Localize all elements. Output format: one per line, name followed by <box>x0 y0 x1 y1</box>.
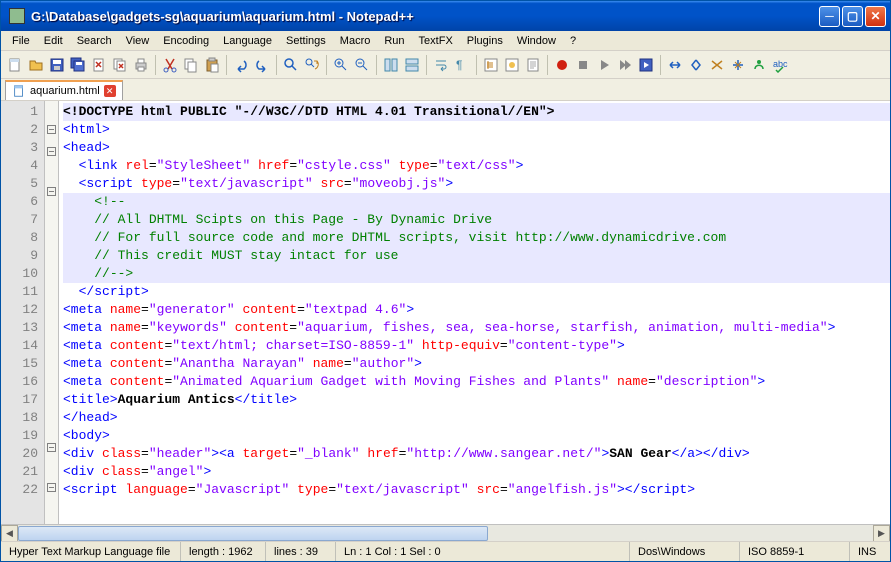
status-position: Ln : 1 Col : 1 Sel : 0 <box>336 542 630 561</box>
status-insert: INS <box>850 542 890 561</box>
app-icon <box>9 8 25 24</box>
tool5-icon[interactable] <box>749 55 769 75</box>
toolbar: ¶ abc <box>1 51 890 79</box>
menu-edit[interactable]: Edit <box>37 33 70 49</box>
copy-icon[interactable] <box>181 55 201 75</box>
maximize-button[interactable]: ▢ <box>842 6 863 27</box>
find-icon[interactable] <box>281 55 301 75</box>
fold-gutter[interactable] <box>45 101 59 524</box>
code-area[interactable]: <!DOCTYPE html PUBLIC "-//W3C//DTD HTML … <box>59 101 890 524</box>
status-language: Hyper Text Markup Language file <box>1 542 181 561</box>
file-icon <box>12 84 26 98</box>
show-all-chars-icon[interactable]: ¶ <box>452 55 472 75</box>
tab-label: aquarium.html <box>30 85 100 97</box>
cut-icon[interactable] <box>160 55 180 75</box>
wrap-icon[interactable] <box>431 55 451 75</box>
svg-text:¶: ¶ <box>456 58 462 72</box>
tabbar: aquarium.html ✕ <box>1 79 890 101</box>
menu-macro[interactable]: Macro <box>333 33 378 49</box>
zoom-out-icon[interactable] <box>352 55 372 75</box>
scroll-left-icon[interactable]: ◀ <box>1 525 18 542</box>
save-all-icon[interactable] <box>68 55 88 75</box>
menu-view[interactable]: View <box>119 33 157 49</box>
sync-v-icon[interactable] <box>381 55 401 75</box>
record-icon[interactable] <box>552 55 572 75</box>
horizontal-scrollbar[interactable]: ◀ ▶ <box>1 524 890 541</box>
save-macro-icon[interactable] <box>636 55 656 75</box>
play-icon[interactable] <box>594 55 614 75</box>
save-icon[interactable] <box>47 55 67 75</box>
new-file-icon[interactable] <box>5 55 25 75</box>
menu-language[interactable]: Language <box>216 33 279 49</box>
menu-run[interactable]: Run <box>377 33 411 49</box>
statusbar: Hyper Text Markup Language file length :… <box>1 541 890 561</box>
undo-icon[interactable] <box>231 55 251 75</box>
user-lang-icon[interactable] <box>502 55 522 75</box>
open-file-icon[interactable] <box>26 55 46 75</box>
editor[interactable]: 12345678910111213141516171819202122 <!DO… <box>1 101 890 524</box>
indent-guide-icon[interactable] <box>481 55 501 75</box>
menu-file[interactable]: File <box>5 33 37 49</box>
menubar: FileEditSearchViewEncodingLanguageSettin… <box>1 31 890 51</box>
menu-plugins[interactable]: Plugins <box>460 33 510 49</box>
sync-h-icon[interactable] <box>402 55 422 75</box>
minimize-button[interactable]: ─ <box>819 6 840 27</box>
play-multi-icon[interactable] <box>615 55 635 75</box>
status-eol: Dos\Windows <box>630 542 740 561</box>
status-encoding: ISO 8859-1 <box>740 542 850 561</box>
svg-text:abc: abc <box>773 59 788 69</box>
line-number-gutter: 12345678910111213141516171819202122 <box>1 101 45 524</box>
stop-icon[interactable] <box>573 55 593 75</box>
replace-icon[interactable] <box>302 55 322 75</box>
tool2-icon[interactable] <box>686 55 706 75</box>
doc-map-icon[interactable] <box>523 55 543 75</box>
status-length: length : 1962 <box>181 542 266 561</box>
tool1-icon[interactable] <box>665 55 685 75</box>
titlebar[interactable]: G:\Database\gadgets-sg\aquarium\aquarium… <box>1 1 890 31</box>
tab-aquarium[interactable]: aquarium.html ✕ <box>5 80 123 100</box>
redo-icon[interactable] <box>252 55 272 75</box>
close-button[interactable]: ✕ <box>865 6 886 27</box>
tab-close-icon[interactable]: ✕ <box>104 85 116 97</box>
titlebar-text: G:\Database\gadgets-sg\aquarium\aquarium… <box>29 9 819 24</box>
app-window: G:\Database\gadgets-sg\aquarium\aquarium… <box>0 0 891 562</box>
print-icon[interactable] <box>131 55 151 75</box>
status-lines: lines : 39 <box>266 542 336 561</box>
menu-encoding[interactable]: Encoding <box>156 33 216 49</box>
menu-textfx[interactable]: TextFX <box>412 33 460 49</box>
tool3-icon[interactable] <box>707 55 727 75</box>
paste-icon[interactable] <box>202 55 222 75</box>
menu-help[interactable]: ? <box>563 33 583 49</box>
menu-window[interactable]: Window <box>510 33 563 49</box>
scroll-right-icon[interactable]: ▶ <box>873 525 890 542</box>
menu-search[interactable]: Search <box>70 33 119 49</box>
close-all-icon[interactable] <box>110 55 130 75</box>
close-file-icon[interactable] <box>89 55 109 75</box>
scroll-thumb[interactable] <box>18 526 488 541</box>
spellcheck-icon[interactable]: abc <box>770 55 790 75</box>
menu-settings[interactable]: Settings <box>279 33 333 49</box>
tool4-icon[interactable] <box>728 55 748 75</box>
zoom-in-icon[interactable] <box>331 55 351 75</box>
